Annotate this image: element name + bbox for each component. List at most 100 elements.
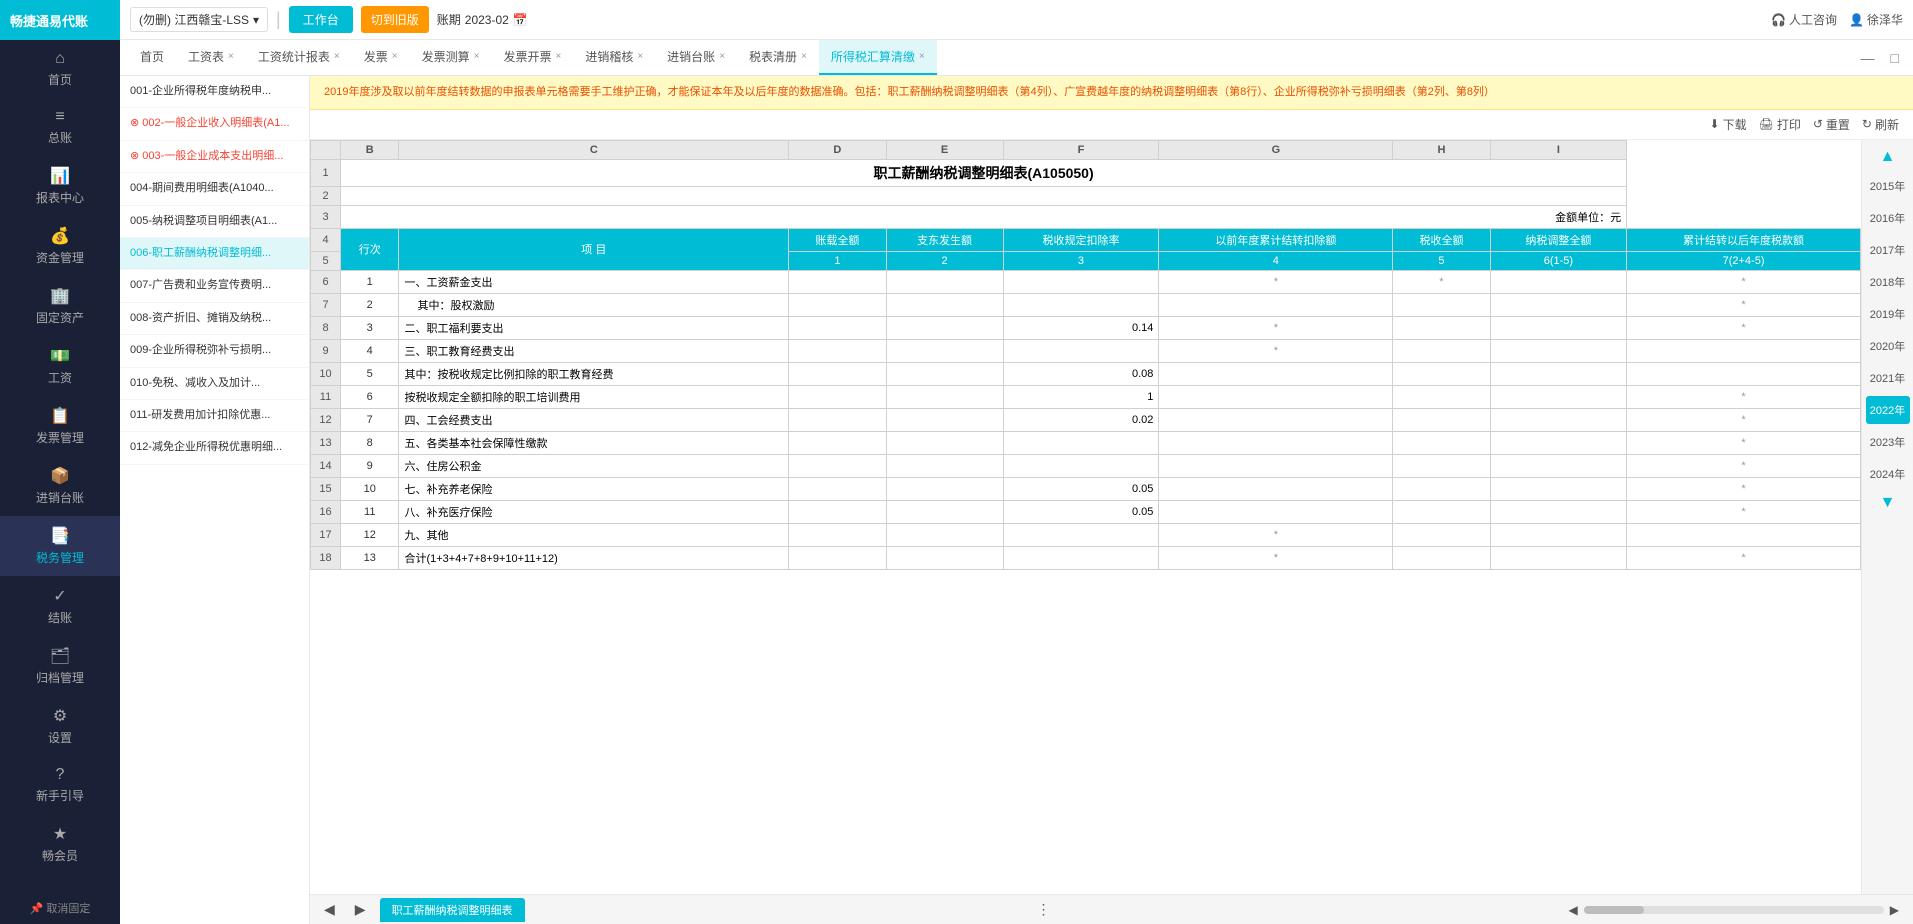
c-6[interactable] (789, 270, 886, 293)
support-button[interactable]: 🎧 人工咨询 (1771, 11, 1837, 28)
list-item-009[interactable]: 009-企业所得税弥补亏损明... (120, 335, 309, 367)
d-11[interactable] (886, 385, 1003, 408)
h-13[interactable] (1490, 431, 1626, 454)
i-10[interactable] (1627, 362, 1861, 385)
tab-purchase-check-close[interactable]: × (637, 51, 643, 62)
g-17[interactable] (1393, 523, 1490, 546)
list-item-004[interactable]: 004-期间费用明细表(A1040... (120, 173, 309, 205)
sidebar-item-assets[interactable]: 🏢 固定资产 (0, 276, 120, 336)
h-8[interactable] (1490, 316, 1626, 339)
c-17[interactable] (789, 523, 886, 546)
year-2016[interactable]: 2016年 (1866, 204, 1910, 232)
g-15[interactable] (1393, 477, 1490, 500)
switch-version-button[interactable]: 切到旧版 (361, 6, 429, 33)
tab-invoice-calc-close[interactable]: × (474, 51, 480, 62)
g-12[interactable] (1393, 408, 1490, 431)
e-9[interactable] (1003, 339, 1159, 362)
tab-income-tax-close[interactable]: × (919, 51, 925, 62)
c-15[interactable] (789, 477, 886, 500)
d-15[interactable] (886, 477, 1003, 500)
bottom-next-button[interactable]: ▶ (349, 899, 372, 920)
f-7[interactable] (1159, 293, 1393, 316)
sidebar-item-guide[interactable]: ? 新手引导 (0, 756, 120, 814)
year-2021[interactable]: 2021年 (1866, 364, 1910, 392)
year-2019[interactable]: 2019年 (1866, 300, 1910, 328)
c-10[interactable] (789, 362, 886, 385)
c-18[interactable] (789, 546, 886, 569)
year-2017[interactable]: 2017年 (1866, 236, 1910, 264)
reset-button[interactable]: ↺ 重置 (1813, 116, 1850, 133)
tab-salary-report[interactable]: 工资统计报表 × (246, 40, 352, 75)
d-10[interactable] (886, 362, 1003, 385)
d-13[interactable] (886, 431, 1003, 454)
bottom-more-button[interactable]: ⋮ (1031, 899, 1057, 920)
sidebar-item-tax[interactable]: 📑 税务管理 (0, 516, 120, 576)
c-8[interactable] (789, 316, 886, 339)
d-8[interactable] (886, 316, 1003, 339)
e-15[interactable]: 0.05 (1003, 477, 1159, 500)
tab-invoice[interactable]: 发票 × (352, 40, 410, 75)
tab-maximize-button[interactable]: □ (1885, 48, 1905, 68)
tab-salary-report-close[interactable]: × (334, 51, 340, 62)
year-2023[interactable]: 2023年 (1866, 428, 1910, 456)
g-16[interactable] (1393, 500, 1490, 523)
list-item-003[interactable]: ⊗003-一般企业成本支出明细... (120, 141, 309, 173)
e-11[interactable]: 1 (1003, 385, 1159, 408)
sidebar-item-invoice[interactable]: 📋 发票管理 (0, 396, 120, 456)
f-13[interactable] (1159, 431, 1393, 454)
d-16[interactable] (886, 500, 1003, 523)
i-9[interactable] (1627, 339, 1861, 362)
g-9[interactable] (1393, 339, 1490, 362)
year-2020[interactable]: 2020年 (1866, 332, 1910, 360)
calendar-icon[interactable]: 📅 (513, 13, 528, 27)
d-12[interactable] (886, 408, 1003, 431)
d-14[interactable] (886, 454, 1003, 477)
bottom-sheet-tab[interactable]: 职工薪酬纳税调整明细表 (380, 898, 525, 922)
list-item-005[interactable]: 005-纳税调整项目明细表(A1... (120, 206, 309, 238)
f-12[interactable] (1159, 408, 1393, 431)
e-12[interactable]: 0.02 (1003, 408, 1159, 431)
tab-income-tax[interactable]: 所得税汇算清缴 × (819, 40, 937, 75)
e-6[interactable] (1003, 270, 1159, 293)
list-item-002[interactable]: ⊗002-一般企业收入明细表(A1... (120, 108, 309, 140)
i-17[interactable] (1627, 523, 1861, 546)
year-up-button[interactable]: ▲ (1876, 144, 1900, 170)
h-16[interactable] (1490, 500, 1626, 523)
scroll-left-icon[interactable]: ◀ (1563, 901, 1584, 919)
bottom-prev-button[interactable]: ◀ (318, 899, 341, 920)
f-15[interactable] (1159, 477, 1393, 500)
user-button[interactable]: 👤 徐泽华 (1849, 11, 1903, 28)
list-item-001[interactable]: 001-企业所得税年度纳税申... (120, 76, 309, 108)
e-17[interactable] (1003, 523, 1159, 546)
year-2015[interactable]: 2015年 (1866, 172, 1910, 200)
c-7[interactable] (789, 293, 886, 316)
year-2022[interactable]: 2022年 (1866, 396, 1910, 424)
list-item-010[interactable]: 010-免税、减收入及加计... (120, 368, 309, 400)
tab-invoice-open[interactable]: 发票开票 × (491, 40, 573, 75)
download-button[interactable]: ⬇ 下载 (1710, 116, 1747, 133)
f-10[interactable] (1159, 362, 1393, 385)
list-item-007[interactable]: 007-广告费和业务宣传费明... (120, 270, 309, 302)
year-down-button[interactable]: ▼ (1876, 490, 1900, 516)
g-10[interactable] (1393, 362, 1490, 385)
c-16[interactable] (789, 500, 886, 523)
h-10[interactable] (1490, 362, 1626, 385)
table-wrapper[interactable]: B C D E F G H I (310, 140, 1861, 895)
e-7[interactable] (1003, 293, 1159, 316)
tab-invoice-calc[interactable]: 发票测算 × (410, 40, 492, 75)
workbench-button[interactable]: 工作台 (289, 6, 353, 33)
h-17[interactable] (1490, 523, 1626, 546)
d-7[interactable] (886, 293, 1003, 316)
e-10[interactable]: 0.08 (1003, 362, 1159, 385)
sidebar-item-home[interactable]: ⌂ 首页 (0, 40, 120, 98)
e-14[interactable] (1003, 454, 1159, 477)
year-2024[interactable]: 2024年 (1866, 460, 1910, 488)
sidebar-item-funds[interactable]: 💰 资金管理 (0, 216, 120, 276)
list-item-006[interactable]: 006-职工薪酬纳税调整明细... (120, 238, 309, 270)
h-7[interactable] (1490, 293, 1626, 316)
g-8[interactable] (1393, 316, 1490, 339)
e-18[interactable] (1003, 546, 1159, 569)
tab-tax-list-close[interactable]: × (801, 51, 807, 62)
tab-minimize-button[interactable]: — (1855, 48, 1881, 68)
g-7[interactable] (1393, 293, 1490, 316)
